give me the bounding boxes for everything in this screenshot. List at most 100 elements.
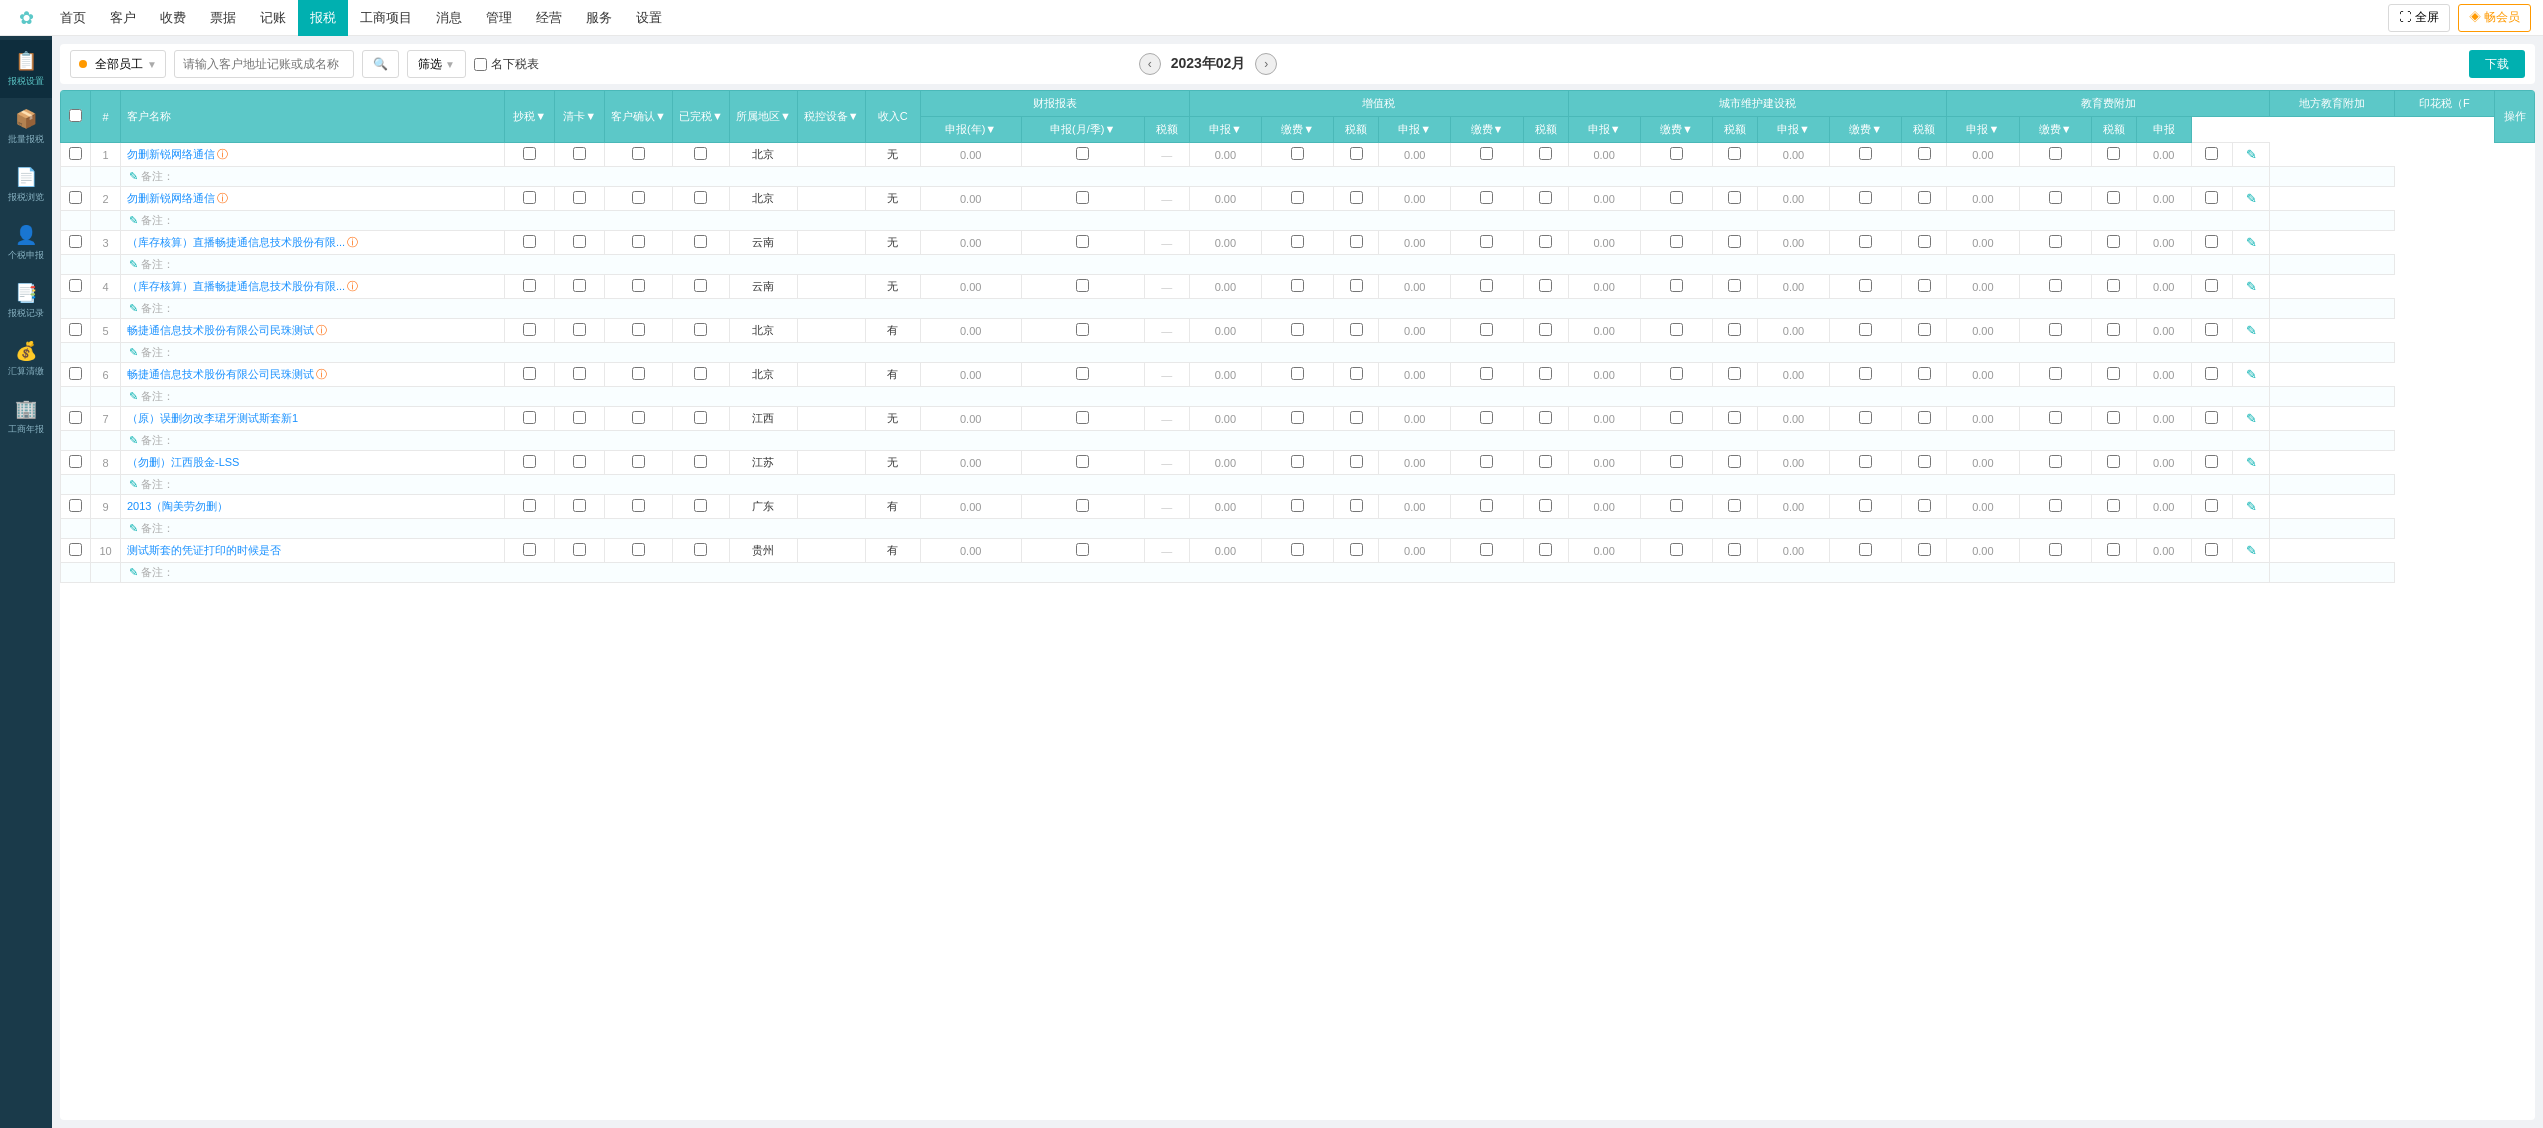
td-name-5[interactable]: 畅捷通信息技术股份有限公司民珠测试ⓘ bbox=[121, 363, 505, 387]
td-stamp-report-8[interactable] bbox=[2019, 495, 2091, 519]
note-edit-icon-3[interactable]: ✎ bbox=[129, 302, 138, 314]
td-taxpaid-4[interactable] bbox=[672, 319, 729, 343]
td-action-8[interactable]: ✎ bbox=[2232, 495, 2270, 519]
td-edu-pay-5[interactable] bbox=[1712, 363, 1757, 387]
td-edu-report-8[interactable] bbox=[1640, 495, 1712, 519]
sidebar-item-tax-browse[interactable]: 📄 报税浏览 bbox=[0, 156, 52, 214]
td-checkbox-8[interactable] bbox=[61, 495, 91, 519]
td-city-pay-1[interactable] bbox=[1523, 187, 1568, 211]
td-vat-report-5[interactable] bbox=[1262, 363, 1334, 387]
td-confirm-4[interactable] bbox=[605, 319, 673, 343]
td-local-pay-7[interactable] bbox=[1902, 451, 1947, 475]
td-city-report-6[interactable] bbox=[1451, 407, 1523, 431]
td-confirm-7[interactable] bbox=[605, 451, 673, 475]
td-taxpaid-9[interactable] bbox=[672, 539, 729, 563]
td-name-0[interactable]: 勿删新锐网络通信ⓘ bbox=[121, 143, 505, 167]
td-stamp-report2-5[interactable] bbox=[2191, 363, 2232, 387]
td-city-report-0[interactable] bbox=[1451, 143, 1523, 167]
td-edu-pay-4[interactable] bbox=[1712, 319, 1757, 343]
td-vat-report-3[interactable] bbox=[1262, 275, 1334, 299]
td-city-pay-7[interactable] bbox=[1523, 451, 1568, 475]
td-stamp-report-2[interactable] bbox=[2019, 231, 2091, 255]
td-local-pay-0[interactable] bbox=[1902, 143, 1947, 167]
td-city-report-2[interactable] bbox=[1451, 231, 1523, 255]
td-clearcard-2[interactable] bbox=[555, 231, 605, 255]
member-button[interactable]: ◈ 畅会员 bbox=[2458, 4, 2531, 32]
td-local-pay-5[interactable] bbox=[1902, 363, 1947, 387]
td-checkbox-3[interactable] bbox=[61, 275, 91, 299]
td-vat-report-7[interactable] bbox=[1262, 451, 1334, 475]
td-stamp-pay-2[interactable] bbox=[2091, 231, 2136, 255]
td-confirm-6[interactable] bbox=[605, 407, 673, 431]
td-edu-report-0[interactable] bbox=[1640, 143, 1712, 167]
td-vat-report-8[interactable] bbox=[1262, 495, 1334, 519]
td-stamp-report-0[interactable] bbox=[2019, 143, 2091, 167]
td-edu-pay-0[interactable] bbox=[1712, 143, 1757, 167]
td-stamp-report2-9[interactable] bbox=[2191, 539, 2232, 563]
td-action-0[interactable]: ✎ bbox=[2232, 143, 2270, 167]
td-note-8[interactable]: ✎ 备注： bbox=[121, 519, 2270, 539]
td-checkbox-1[interactable] bbox=[61, 187, 91, 211]
td-stamp-report-9[interactable] bbox=[2019, 539, 2091, 563]
td-city-report-7[interactable] bbox=[1451, 451, 1523, 475]
edit-icon-6[interactable]: ✎ bbox=[2246, 411, 2257, 426]
nav-billing[interactable]: 收费 bbox=[148, 0, 198, 36]
td-name-2[interactable]: （库存核算）直播畅捷通信息技术股份有限...ⓘ bbox=[121, 231, 505, 255]
td-edu-report-6[interactable] bbox=[1640, 407, 1712, 431]
td-local-report-3[interactable] bbox=[1830, 275, 1902, 299]
td-action-4[interactable]: ✎ bbox=[2232, 319, 2270, 343]
note-edit-icon-9[interactable]: ✎ bbox=[129, 566, 138, 578]
td-vat-report-6[interactable] bbox=[1262, 407, 1334, 431]
download-button[interactable]: 下载 bbox=[2469, 50, 2525, 78]
td-stamp-report2-1[interactable] bbox=[2191, 187, 2232, 211]
td-local-pay-8[interactable] bbox=[1902, 495, 1947, 519]
td-vat-pay-6[interactable] bbox=[1334, 407, 1379, 431]
td-local-pay-9[interactable] bbox=[1902, 539, 1947, 563]
td-name-4[interactable]: 畅捷通信息技术股份有限公司民珠测试ⓘ bbox=[121, 319, 505, 343]
td-stamp-report2-7[interactable] bbox=[2191, 451, 2232, 475]
td-action-7[interactable]: ✎ bbox=[2232, 451, 2270, 475]
td-edu-report-5[interactable] bbox=[1640, 363, 1712, 387]
td-taxpaid-8[interactable] bbox=[672, 495, 729, 519]
td-local-report-2[interactable] bbox=[1830, 231, 1902, 255]
td-taxpaid-6[interactable] bbox=[672, 407, 729, 431]
note-edit-icon-5[interactable]: ✎ bbox=[129, 390, 138, 402]
td-annual-4[interactable] bbox=[1021, 319, 1144, 343]
td-city-report-5[interactable] bbox=[1451, 363, 1523, 387]
nav-home[interactable]: 首页 bbox=[48, 0, 98, 36]
td-stamp-report-1[interactable] bbox=[2019, 187, 2091, 211]
edit-icon-4[interactable]: ✎ bbox=[2246, 323, 2257, 338]
td-taxpaid-2[interactable] bbox=[672, 231, 729, 255]
td-edu-report-7[interactable] bbox=[1640, 451, 1712, 475]
note-edit-icon-0[interactable]: ✎ bbox=[129, 170, 138, 182]
td-annual-6[interactable] bbox=[1021, 407, 1144, 431]
td-edu-pay-8[interactable] bbox=[1712, 495, 1757, 519]
td-annual-0[interactable] bbox=[1021, 143, 1144, 167]
td-clearcard-6[interactable] bbox=[555, 407, 605, 431]
td-taxpaid-3[interactable] bbox=[672, 275, 729, 299]
td-copytax-2[interactable] bbox=[505, 231, 555, 255]
td-city-pay-9[interactable] bbox=[1523, 539, 1568, 563]
td-vat-pay-7[interactable] bbox=[1334, 451, 1379, 475]
td-stamp-pay-3[interactable] bbox=[2091, 275, 2136, 299]
note-edit-icon-1[interactable]: ✎ bbox=[129, 214, 138, 226]
td-copytax-4[interactable] bbox=[505, 319, 555, 343]
td-city-pay-8[interactable] bbox=[1523, 495, 1568, 519]
td-checkbox-2[interactable] bbox=[61, 231, 91, 255]
td-checkbox-5[interactable] bbox=[61, 363, 91, 387]
note-edit-icon-8[interactable]: ✎ bbox=[129, 522, 138, 534]
td-edu-report-1[interactable] bbox=[1640, 187, 1712, 211]
nav-bookkeeping[interactable]: 记账 bbox=[248, 0, 298, 36]
td-local-pay-4[interactable] bbox=[1902, 319, 1947, 343]
td-local-report-5[interactable] bbox=[1830, 363, 1902, 387]
sidebar-item-settlement[interactable]: 💰 汇算清缴 bbox=[0, 330, 52, 388]
td-annual-7[interactable] bbox=[1021, 451, 1144, 475]
td-vat-pay-5[interactable] bbox=[1334, 363, 1379, 387]
edit-icon-3[interactable]: ✎ bbox=[2246, 279, 2257, 294]
td-stamp-report-3[interactable] bbox=[2019, 275, 2091, 299]
td-city-report-9[interactable] bbox=[1451, 539, 1523, 563]
nav-service[interactable]: 服务 bbox=[574, 0, 624, 36]
td-stamp-report-4[interactable] bbox=[2019, 319, 2091, 343]
prev-month-button[interactable]: ‹ bbox=[1139, 53, 1161, 75]
note-edit-icon-6[interactable]: ✎ bbox=[129, 434, 138, 446]
